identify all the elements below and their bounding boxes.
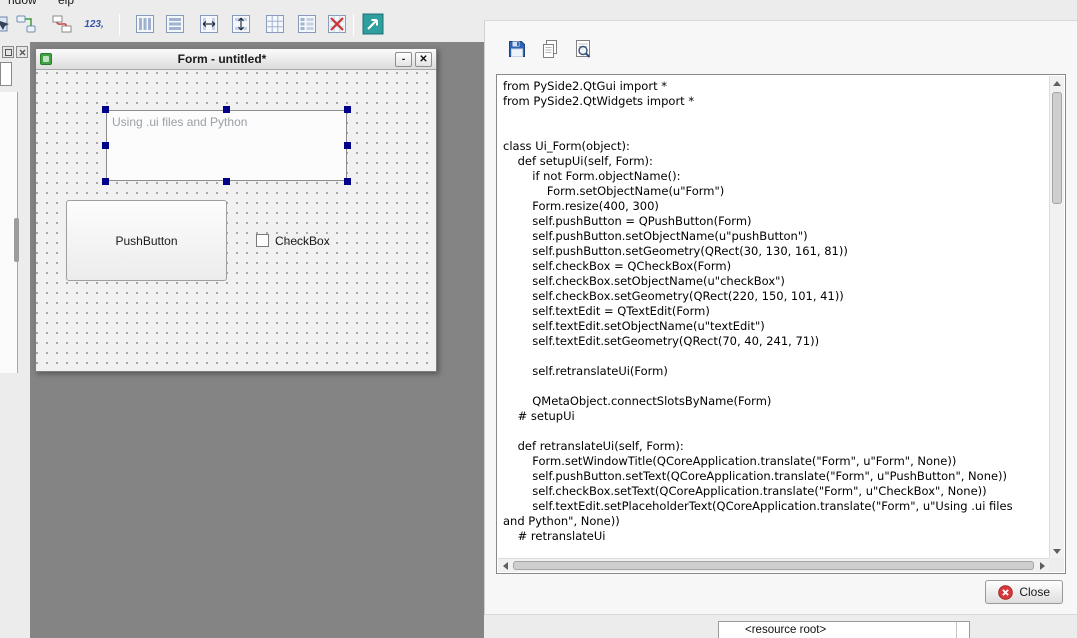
resource-root-item[interactable]: <resource root> [745,624,826,636]
lay-out-vertically-icon[interactable] [163,12,187,36]
lay-out-vertical-splitter-icon[interactable] [229,12,253,36]
code-line: Form.setWindowTitle(QCoreApplication.tra… [503,454,1044,469]
code-line: self.textEdit.setGeometry(QRect(70, 40, … [503,334,1044,349]
break-layout-icon[interactable] [325,12,349,36]
code-line: self.pushButton.setGeometry(QRect(30, 13… [503,244,1044,259]
scroll-right-icon[interactable] [1035,559,1049,572]
code-preview-dialog: from PySide2.QtGui import *from PySide2.… [484,20,1077,615]
dialog-toolbar [505,37,595,61]
designer-form-icon [40,53,52,65]
code-line [503,379,1044,394]
form-window-titlebar[interactable]: Form - untitled* - ✕ [36,49,436,70]
scroll-down-icon[interactable] [1050,544,1064,558]
horizontal-scrollbar-thumb[interactable] [513,561,1034,570]
toolbar-separator [119,14,120,36]
checkbox-indicator[interactable] [256,234,269,247]
vertical-scrollbar[interactable] [1049,76,1064,558]
edit-signals-slots-icon[interactable] [14,12,38,36]
code-line: from PySide2.QtWidgets import * [503,94,1044,109]
resource-browser-panel: <resource root> [718,621,970,638]
code-line: self.checkBox.setGeometry(QRect(220, 150… [503,289,1044,304]
form-window-title: Form - untitled* [52,52,392,66]
textedit-widget[interactable]: Using .ui files and Python [106,110,347,181]
lay-out-horizontally-icon[interactable] [133,12,157,36]
close-circle-icon [998,585,1013,600]
selection-handle[interactable] [223,106,230,113]
selection-handle[interactable] [102,106,109,113]
code-view[interactable]: from PySide2.QtGui import *from PySide2.… [496,74,1066,574]
code-line: self.textEdit.setPlaceholderText(QCoreAp… [503,499,1044,514]
code-line: # setupUi [503,409,1044,424]
code-line: and Python", None)) [503,514,1044,529]
code-line: self.retranslateUi(Form) [503,364,1044,379]
code-line: self.checkBox.setText(QCoreApplication.t… [503,484,1044,499]
code-line [503,109,1044,124]
generated-code[interactable]: from PySide2.QtGui import *from PySide2.… [497,75,1050,559]
form-designer-window[interactable]: Form - untitled* - ✕ Using .ui files and… [35,48,437,372]
checkbox-widget[interactable]: CheckBox [256,220,357,261]
code-line [503,124,1044,139]
toolbar-separator [353,14,354,36]
code-line: self.pushButton.setObjectName(u"pushButt… [503,229,1044,244]
selection-handle[interactable] [102,142,109,149]
save-icon[interactable] [505,37,529,61]
code-line: # retranslateUi [503,529,1044,544]
code-line: if not Form.objectName(): [503,169,1044,184]
resource-scrollbar[interactable] [956,622,957,638]
code-line [503,424,1044,439]
adjust-size-icon[interactable] [361,12,385,36]
code-line: def retranslateUi(self, Form): [503,439,1044,454]
minimize-button[interactable]: - [395,52,412,67]
code-line: QMetaObject.connectSlotsByName(Form) [503,394,1044,409]
code-line: self.textEdit = QTextEdit(Form) [503,304,1044,319]
lay-out-horizontal-splitter-icon[interactable] [197,12,221,36]
code-line: Form.resize(400, 300) [503,199,1044,214]
code-line: class Ui_Form(object): [503,139,1044,154]
close-button[interactable]: ✕ [415,52,432,67]
selection-handle[interactable] [102,178,109,185]
close-button-label: Close [1019,585,1050,599]
scroll-up-icon[interactable] [1050,76,1064,90]
code-line: self.textEdit.setObjectName(u"textEdit") [503,319,1044,334]
lay-out-form-layout-icon[interactable] [295,12,319,36]
dialog-close-button[interactable]: Close [985,580,1063,604]
lay-out-grid-icon[interactable] [263,12,287,36]
qt-designer-screen: ndow elp 123, [0,0,1077,638]
code-line: self.checkBox.setObjectName(u"checkBox") [503,274,1044,289]
copy-icon[interactable] [538,37,562,61]
main-toolbar: 123, [0,10,470,40]
code-line [503,349,1044,364]
code-line: from PySide2.QtGui import * [503,79,1044,94]
find-icon[interactable] [571,37,595,61]
selection-handle[interactable] [344,142,351,149]
dock-float-icon[interactable] [2,46,14,58]
edit-tab-order-icon[interactable]: 123, [82,12,106,36]
widget-box-scrollbar[interactable] [14,218,19,262]
vertical-scrollbar-thumb[interactable] [1052,92,1062,204]
code-line: self.pushButton.setText(QCoreApplication… [503,469,1044,484]
menu-help[interactable]: elp [58,0,74,7]
selection-handle[interactable] [344,106,351,113]
pushbutton-widget[interactable]: PushButton [66,200,227,281]
code-line: Form.setObjectName(u"Form") [503,184,1044,199]
menubar: ndow elp [0,0,320,7]
dock-close-icon[interactable] [16,46,28,58]
form-canvas[interactable]: Using .ui files and Python PushButton Ch… [36,70,436,370]
horizontal-scrollbar[interactable] [498,558,1049,572]
code-line: def setupUi(self, Form): [503,154,1044,169]
widget-filter-input[interactable] [0,62,12,86]
scroll-left-icon[interactable] [498,559,512,572]
selection-handle[interactable] [223,178,230,185]
checkbox-label: CheckBox [275,234,330,248]
textedit-placeholder: Using .ui files and Python [112,115,247,129]
code-line: self.pushButton = QPushButton(Form) [503,214,1044,229]
tab-order-label: 123, [84,19,103,30]
menu-window[interactable]: ndow [8,0,37,7]
edit-buddies-icon[interactable] [50,12,74,36]
scrollbar-corner [1049,558,1064,572]
selection-handle[interactable] [344,178,351,185]
edit-widgets-icon[interactable] [0,12,12,36]
code-line: self.checkBox = QCheckBox(Form) [503,259,1044,274]
